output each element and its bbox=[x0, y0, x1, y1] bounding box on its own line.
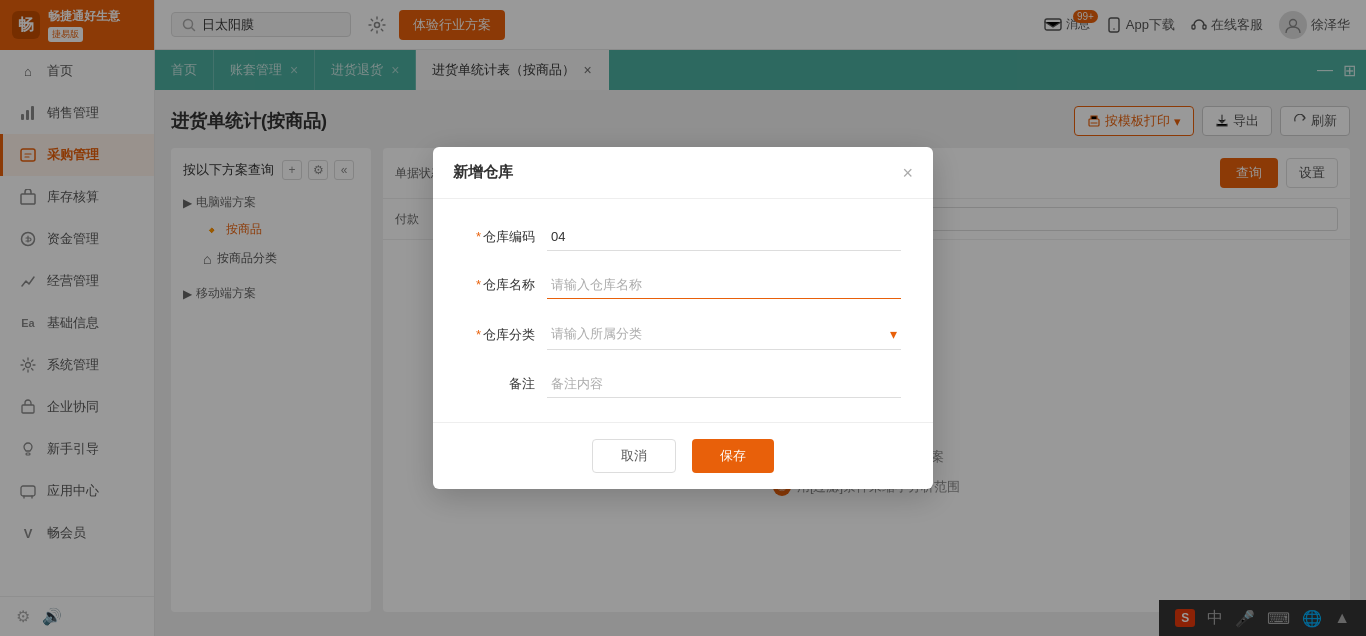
note-label: 备注 bbox=[465, 375, 535, 393]
modal-footer: 取消 保存 bbox=[433, 422, 933, 489]
save-btn[interactable]: 保存 bbox=[692, 439, 774, 473]
name-label: 仓库名称 bbox=[465, 276, 535, 294]
category-dropdown-icon: ▾ bbox=[890, 326, 897, 342]
form-row-category: 仓库分类 请输入所属分类 ▾ bbox=[465, 319, 901, 350]
name-input[interactable] bbox=[547, 271, 901, 299]
note-input[interactable] bbox=[547, 370, 901, 398]
modal-overlay: 新增仓库 × 仓库编码 仓库名称 仓库分类 请输入所属分类 ▾ bbox=[0, 0, 1366, 636]
form-row-note: 备注 bbox=[465, 370, 901, 398]
modal-body: 仓库编码 仓库名称 仓库分类 请输入所属分类 ▾ 备注 bbox=[433, 199, 933, 422]
form-row-name: 仓库名称 bbox=[465, 271, 901, 299]
category-label: 仓库分类 bbox=[465, 326, 535, 344]
code-input[interactable] bbox=[547, 223, 901, 251]
form-row-code: 仓库编码 bbox=[465, 223, 901, 251]
modal-header: 新增仓库 × bbox=[433, 147, 933, 199]
code-label: 仓库编码 bbox=[465, 228, 535, 246]
category-select[interactable]: 请输入所属分类 ▾ bbox=[547, 319, 901, 350]
modal-close-btn[interactable]: × bbox=[902, 164, 913, 182]
add-warehouse-modal: 新增仓库 × 仓库编码 仓库名称 仓库分类 请输入所属分类 ▾ bbox=[433, 147, 933, 489]
modal-title: 新增仓库 bbox=[453, 163, 513, 182]
cancel-btn[interactable]: 取消 bbox=[592, 439, 676, 473]
